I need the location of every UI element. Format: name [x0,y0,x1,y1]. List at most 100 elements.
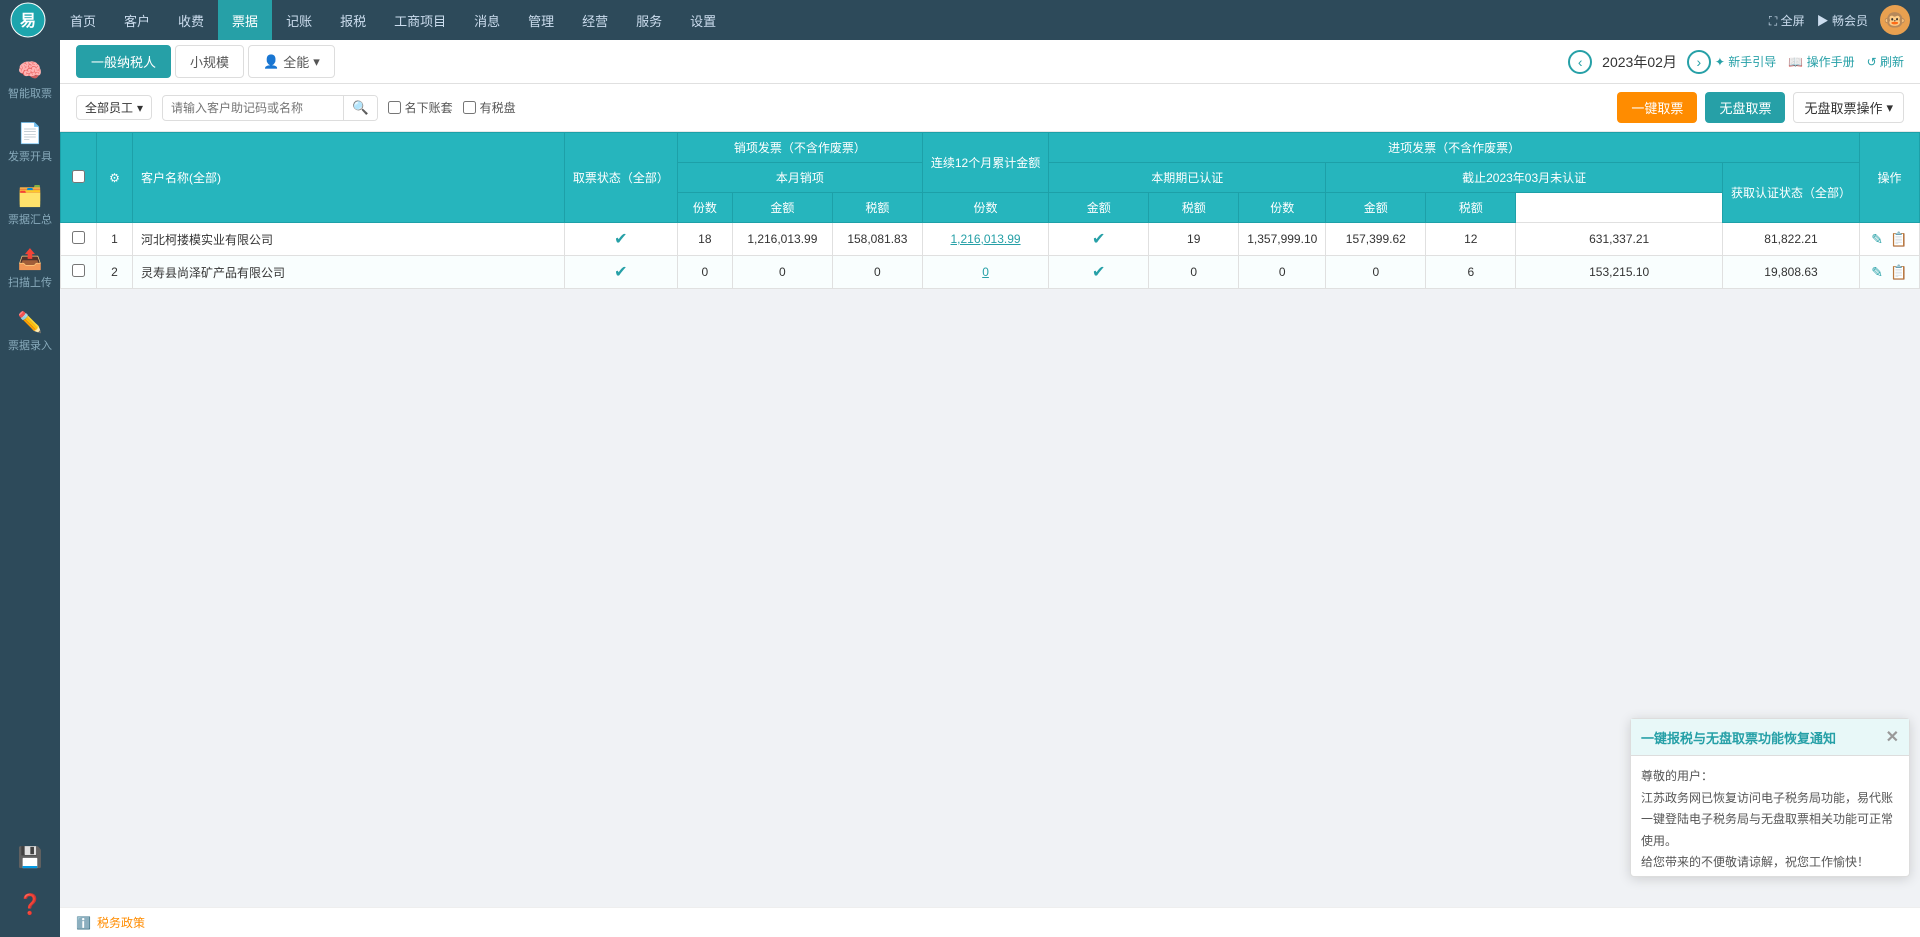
search-button[interactable]: 🔍 [343,96,377,120]
sidebar-label-ticket-summary: 票据汇总 [8,211,52,227]
th-p-amount: 金额 [1049,193,1149,223]
ticket-entry-icon: ✏️ [18,310,43,335]
row1-p-amount: 1,357,999.10 [1239,223,1326,256]
account-label: 名下账套 [405,99,453,116]
nav-business[interactable]: 工商项目 [380,0,460,40]
notif-apology: 给您带来的不便敬请谅解，祝您工作愉快！ [1641,852,1899,874]
avatar[interactable]: 🐵 [1880,5,1910,35]
nav-manage[interactable]: 管理 [514,0,568,40]
th-p-num: 份数 [922,193,1048,223]
nav-invoice[interactable]: 票据 [218,0,272,40]
taxdisc-label: 有税盘 [480,99,516,116]
nav-bookkeep[interactable]: 记账 [272,0,326,40]
ticket-summary-icon: 🗂️ [18,184,43,209]
main-table: ⚙ 客户名称(全部) 取票状态（全部） 销项发票（不含作废票） 连续12个月累计… [60,132,1920,289]
download-icon: 💾 [18,845,43,870]
nav-customer[interactable]: 客户 [110,0,164,40]
tab-small-scale[interactable]: 小规模 [175,45,244,78]
sidebar-item-ticket-entry[interactable]: ✏️ 票据录入 [0,302,60,361]
tab-right-actions: ✦ 新手引导 📖 操作手册 ↺ 刷新 [1715,53,1904,70]
th-gear: ⚙ [97,133,133,223]
th-un-amount: 金额 [1326,193,1426,223]
sidebar: 🧠 智能取票 📄 发票开具 🗂️ 票据汇总 📤 扫描上传 ✏️ 票据录入 💾 ❓ [0,40,60,937]
sidebar-item-smart-ticket[interactable]: 🧠 智能取票 [0,50,60,109]
sidebar-item-download[interactable]: 💾 [0,837,60,880]
th-un-tax: 税额 [1426,193,1516,223]
nav-settings[interactable]: 设置 [676,0,730,40]
new-guide-btn[interactable]: ✦ 新手引导 [1715,53,1776,70]
nav-fee[interactable]: 收费 [164,0,218,40]
th-recognized: 本期期已认证 [1049,163,1326,193]
th-s-num: 份数 [677,193,732,223]
checkbox-account: 名下账套 [388,99,453,116]
row2-checkbox[interactable] [61,256,97,289]
row2-cumul[interactable]: 0 [922,256,1048,289]
sidebar-label-scan-upload: 扫描上传 [8,274,52,290]
nav-home[interactable]: 首页 [56,0,110,40]
nav-service[interactable]: 服务 [622,0,676,40]
th-cert-status: 获取认证状态（全部） [1722,163,1859,223]
th-unrecognized: 截止2023年03月未认证 [1326,163,1723,193]
row1-cumul[interactable]: 1,216,013.99 [922,223,1048,256]
row2-edit-btn[interactable]: ✎ [1871,264,1883,280]
taxdisc-checkbox[interactable] [463,101,476,114]
vip-btn[interactable]: ▶ 畅会员 [1817,12,1868,29]
row2-p-num: 0 [1149,256,1239,289]
tax-policy-link[interactable]: 税务政策 [97,914,145,931]
row2-p-amount: 0 [1239,256,1326,289]
sidebar-item-help[interactable]: ❓ [0,884,60,927]
row1-s-amount: 1,216,013.99 [732,223,832,256]
th-p-tax: 税额 [1149,193,1239,223]
th-purchase-group: 进项发票（不含作废票） [1049,133,1860,163]
top-nav: 易 首页 客户 收费 票据 记账 报税 工商项目 消息 管理 经营 服务 设置 … [0,0,1920,40]
notification-scroll[interactable]: 尊敬的用户： 江苏政务网已恢复访问电子税务局功能，易代账一键登陆电子税务局与无盘… [1631,756,1909,876]
row1-name: 河北柯搂模实业有限公司 [133,223,565,256]
notification-body: 尊敬的用户： 江苏政务网已恢复访问电子税务局功能，易代账一键登陆电子税务局与无盘… [1631,756,1909,876]
row1-detail-btn[interactable]: 📋 [1890,231,1907,247]
row1-no: 1 [97,223,133,256]
sidebar-item-ticket-summary[interactable]: 🗂️ 票据汇总 [0,176,60,235]
row2-take-status: ✔ [564,256,677,289]
search-input[interactable] [163,97,343,119]
select-all-checkbox[interactable] [72,170,85,183]
row2-s-tax: 0 [832,256,922,289]
notif-date: 2023年3月20日 [1641,874,1899,876]
account-checkbox[interactable] [388,101,401,114]
prev-month-btn[interactable]: ‹ [1568,50,1592,74]
employee-select[interactable]: 全部员工 ▾ [76,95,152,120]
row1-checkbox[interactable] [61,223,97,256]
one-key-take-btn[interactable]: 一键取票 [1617,92,1697,123]
no-disc-take-btn[interactable]: 无盘取票 [1705,92,1785,123]
nav-operate[interactable]: 经营 [568,0,622,40]
nav-tax[interactable]: 报税 [326,0,380,40]
row2-detail-btn[interactable]: 📋 [1890,264,1907,280]
scan-upload-icon: 📤 [18,247,43,272]
help-icon: ❓ [18,892,43,917]
notification-close-btn[interactable]: ✕ [1886,727,1899,747]
row2-p-tax: 0 [1326,256,1426,289]
tab-bar: 一般纳税人 小规模 👤 全能 ▾ ‹ 2023年02月 › ✦ 新手引导 📖 操… [60,40,1920,84]
row1-edit-btn[interactable]: ✎ [1871,231,1883,247]
chevron-down-icon: ▾ [137,101,143,115]
next-month-btn[interactable]: › [1687,50,1711,74]
tab-all[interactable]: 👤 全能 ▾ [248,45,335,78]
row2-un-tax: 19,808.63 [1722,256,1859,289]
th-sales-group: 销项发票（不含作废票） [677,133,922,163]
row1-s-num: 18 [677,223,732,256]
refresh-btn[interactable]: ↺ 刷新 [1867,53,1904,70]
sidebar-label-invoice-issue: 发票开具 [8,148,52,164]
sidebar-item-scan-upload[interactable]: 📤 扫描上传 [0,239,60,298]
no-disc-ops-btn[interactable]: 无盘取票操作 ▾ [1793,92,1904,123]
svg-text:易: 易 [20,12,36,30]
row2-un-num: 6 [1426,256,1516,289]
manual-btn[interactable]: 📖 操作手册 [1788,53,1854,70]
sidebar-item-invoice-issue[interactable]: 📄 发票开具 [0,113,60,172]
notif-greeting: 尊敬的用户： [1641,766,1899,788]
nav-message[interactable]: 消息 [460,0,514,40]
fullscreen-btn[interactable]: ⛶ 全屏 [1769,12,1805,29]
nav-items: 首页 客户 收费 票据 记账 报税 工商项目 消息 管理 经营 服务 设置 [56,0,1769,40]
th-this-period-sales: 本月销项 [677,163,922,193]
row2-s-amount: 0 [732,256,832,289]
notification-title: 一键报税与无盘取票功能恢复通知 [1641,728,1836,747]
tab-general-taxpayer[interactable]: 一般纳税人 [76,45,171,78]
